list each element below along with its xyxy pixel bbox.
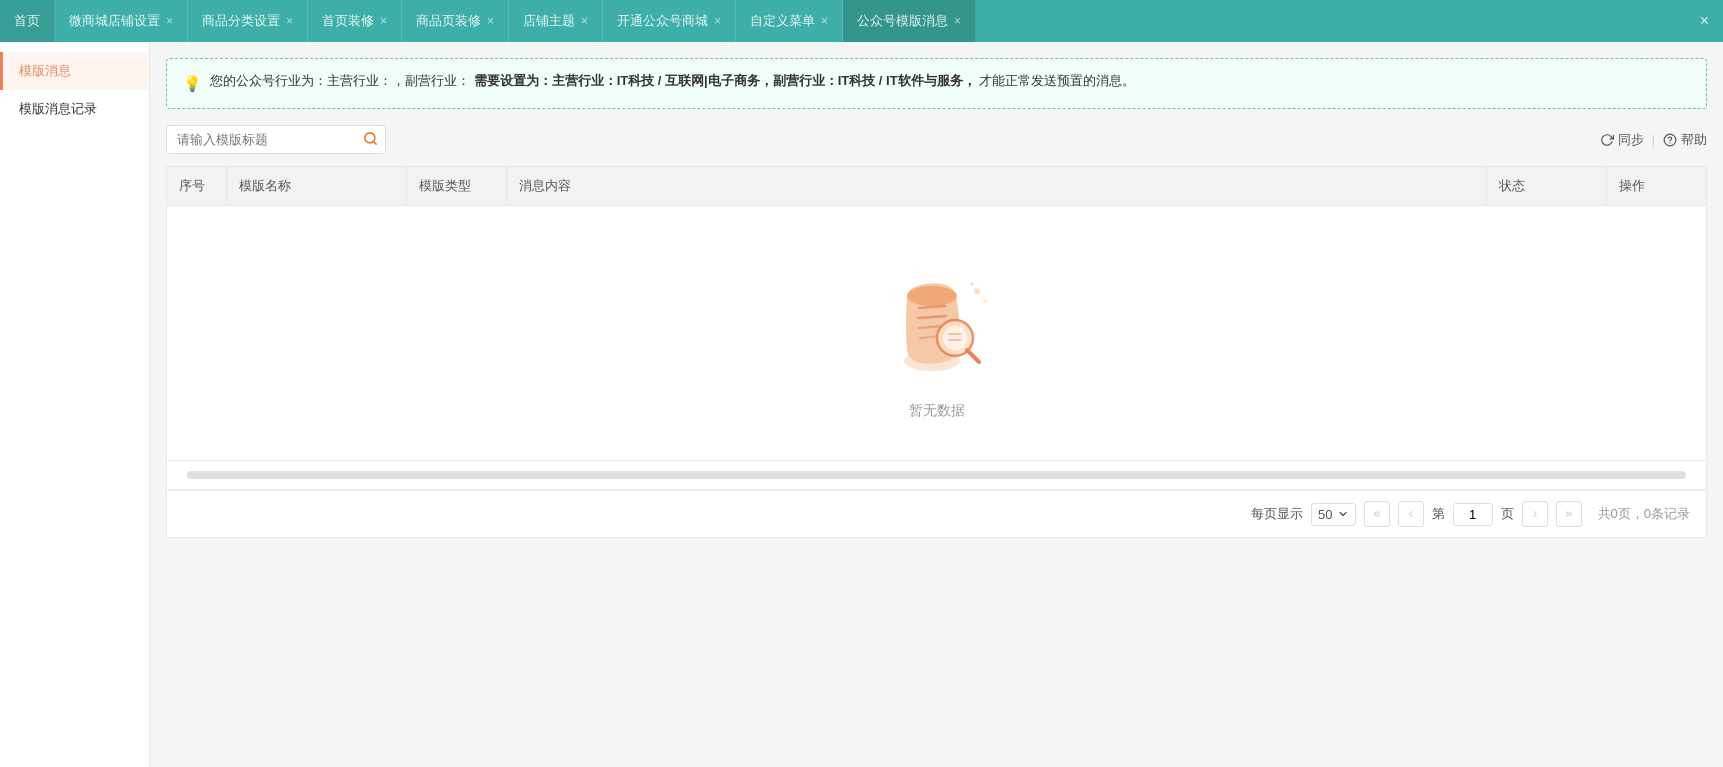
prev-page-button[interactable] (1398, 501, 1424, 527)
sidebar: 模版消息 模版消息记录 (0, 42, 150, 767)
nav-tab-shop-theme[interactable]: 店铺主题 × (509, 0, 603, 42)
empty-illustration (877, 266, 997, 386)
search-input[interactable] (166, 125, 386, 154)
nav-tab-product-decor-label: 商品页装修 (416, 12, 481, 30)
toolbar-right: 同步 | 帮助 (1600, 131, 1707, 149)
page-size-value: 50 (1318, 507, 1332, 522)
nav-tab-template-msg-label: 公众号模版消息 (857, 12, 948, 30)
close-shop-setting-icon[interactable]: × (166, 14, 173, 28)
next-page-button[interactable] (1522, 501, 1548, 527)
nav-tab-open-wechat-shop-label: 开通公众号商城 (617, 12, 708, 30)
close-template-msg-icon[interactable]: × (954, 14, 961, 28)
notice-suffix: 才能正常发送预置的消息。 (979, 73, 1135, 88)
close-product-decor-icon[interactable]: × (487, 14, 494, 28)
search-button[interactable] (363, 131, 378, 149)
notice-prefix: 您的公众号行业为：主营行业：，副营行业： (210, 73, 470, 88)
nav-tab-shop-setting[interactable]: 微商城店铺设置 × (55, 0, 188, 42)
close-open-wechat-shop-icon[interactable]: × (714, 14, 721, 28)
first-page-icon (1372, 509, 1382, 519)
toolbar-divider: | (1652, 132, 1655, 147)
help-label: 帮助 (1681, 131, 1707, 149)
nav-tab-category-setting[interactable]: 商品分类设置 × (188, 0, 308, 42)
search-bar: 同步 | 帮助 (166, 125, 1707, 154)
sync-label: 同步 (1618, 131, 1644, 149)
help-icon (1663, 133, 1677, 147)
close-shop-theme-icon[interactable]: × (581, 14, 588, 28)
col-header-action: 操作 (1607, 167, 1707, 206)
scrollbar-area (166, 461, 1707, 490)
nav-tab-homepage-decor-label: 首页装修 (322, 12, 374, 30)
svg-point-11 (943, 326, 967, 350)
close-all-tabs-button[interactable]: × (1686, 12, 1723, 30)
close-category-setting-icon[interactable]: × (286, 14, 293, 28)
last-page-button[interactable] (1556, 501, 1582, 527)
page-size-select[interactable]: 50 (1311, 503, 1355, 526)
nav-tab-shop-theme-label: 店铺主题 (523, 12, 575, 30)
nav-tab-homepage-decor[interactable]: 首页装修 × (308, 0, 402, 42)
svg-point-5 (907, 286, 957, 306)
notice-text: 您的公众号行业为：主营行业：，副营行业： 需要设置为：主营行业：IT科技 / 互… (210, 71, 1135, 92)
close-custom-menu-icon[interactable]: × (821, 14, 828, 28)
top-nav: 首页 微商城店铺设置 × 商品分类设置 × 首页装修 × 商品页装修 × 店铺主… (0, 0, 1723, 42)
svg-point-15 (974, 288, 980, 294)
bulb-icon: 💡 (183, 72, 202, 96)
nav-tab-template-msg[interactable]: 公众号模版消息 × (843, 0, 976, 42)
col-header-status: 状态 (1487, 167, 1607, 206)
sidebar-item-template-msg-label: 模版消息 (19, 63, 71, 78)
close-homepage-decor-icon[interactable]: × (380, 14, 387, 28)
next-page-icon (1530, 509, 1540, 519)
help-button[interactable]: 帮助 (1663, 131, 1707, 149)
svg-line-12 (967, 350, 979, 362)
chevron-down-icon (1337, 508, 1349, 520)
notice-highlight: 需要设置为：主营行业：IT科技 / 互联网|电子商务，副营行业：IT科技 / I… (474, 73, 976, 88)
nav-tab-category-setting-label: 商品分类设置 (202, 12, 280, 30)
nav-tab-home-label: 首页 (14, 12, 40, 30)
nav-tab-custom-menu-label: 自定义菜单 (750, 12, 815, 30)
search-input-wrap (166, 125, 386, 154)
search-icon (363, 131, 378, 146)
empty-svg-icon (877, 266, 997, 386)
table-body: 暂无数据 (167, 206, 1707, 461)
pagination-wrap: 每页显示 50 第 页 (166, 490, 1707, 538)
first-page-button[interactable] (1364, 501, 1390, 527)
nav-tab-open-wechat-shop[interactable]: 开通公众号商城 × (603, 0, 736, 42)
col-header-name: 模版名称 (227, 167, 407, 206)
table-header: 序号 模版名称 模版类型 消息内容 状态 操作 (167, 167, 1707, 206)
svg-point-16 (983, 299, 987, 303)
main-layout: 模版消息 模版消息记录 💡 您的公众号行业为：主营行业：，副营行业： 需要设置为… (0, 42, 1723, 767)
notice-banner: 💡 您的公众号行业为：主营行业：，副营行业： 需要设置为：主营行业：IT科技 /… (166, 58, 1707, 109)
sidebar-item-template-msg[interactable]: 模版消息 (0, 52, 149, 90)
prev-page-icon (1406, 509, 1416, 519)
empty-state-row: 暂无数据 (167, 206, 1707, 461)
empty-text: 暂无数据 (167, 402, 1706, 420)
page-suffix: 页 (1501, 505, 1514, 523)
sync-button[interactable]: 同步 (1600, 131, 1644, 149)
col-header-content: 消息内容 (507, 167, 1487, 206)
main-content: 💡 您的公众号行业为：主营行业：，副营行业： 需要设置为：主营行业：IT科技 /… (150, 42, 1723, 767)
sync-icon (1600, 133, 1614, 147)
col-header-seq: 序号 (167, 167, 227, 206)
page-label: 第 (1432, 505, 1445, 523)
page-number-input[interactable] (1453, 503, 1493, 526)
page-total: 共0页，0条记录 (1598, 505, 1690, 523)
last-page-icon (1564, 509, 1574, 519)
nav-tab-product-decor[interactable]: 商品页装修 × (402, 0, 509, 42)
page-size-label: 每页显示 (1251, 505, 1303, 523)
col-header-type: 模版类型 (407, 167, 507, 206)
sidebar-item-template-msg-record-label: 模版消息记录 (19, 101, 97, 116)
svg-line-1 (373, 141, 376, 144)
scrollbar-track[interactable] (187, 471, 1686, 479)
empty-state: 暂无数据 (167, 206, 1706, 460)
search-left (166, 125, 386, 154)
data-table: 序号 模版名称 模版类型 消息内容 状态 操作 (166, 166, 1707, 461)
table-header-row: 序号 模版名称 模版类型 消息内容 状态 操作 (167, 167, 1707, 206)
nav-tab-home[interactable]: 首页 (0, 0, 55, 42)
nav-tab-shop-setting-label: 微商城店铺设置 (69, 12, 160, 30)
svg-point-17 (970, 283, 973, 286)
nav-tab-custom-menu[interactable]: 自定义菜单 × (736, 0, 843, 42)
sidebar-item-template-msg-record[interactable]: 模版消息记录 (0, 90, 149, 128)
